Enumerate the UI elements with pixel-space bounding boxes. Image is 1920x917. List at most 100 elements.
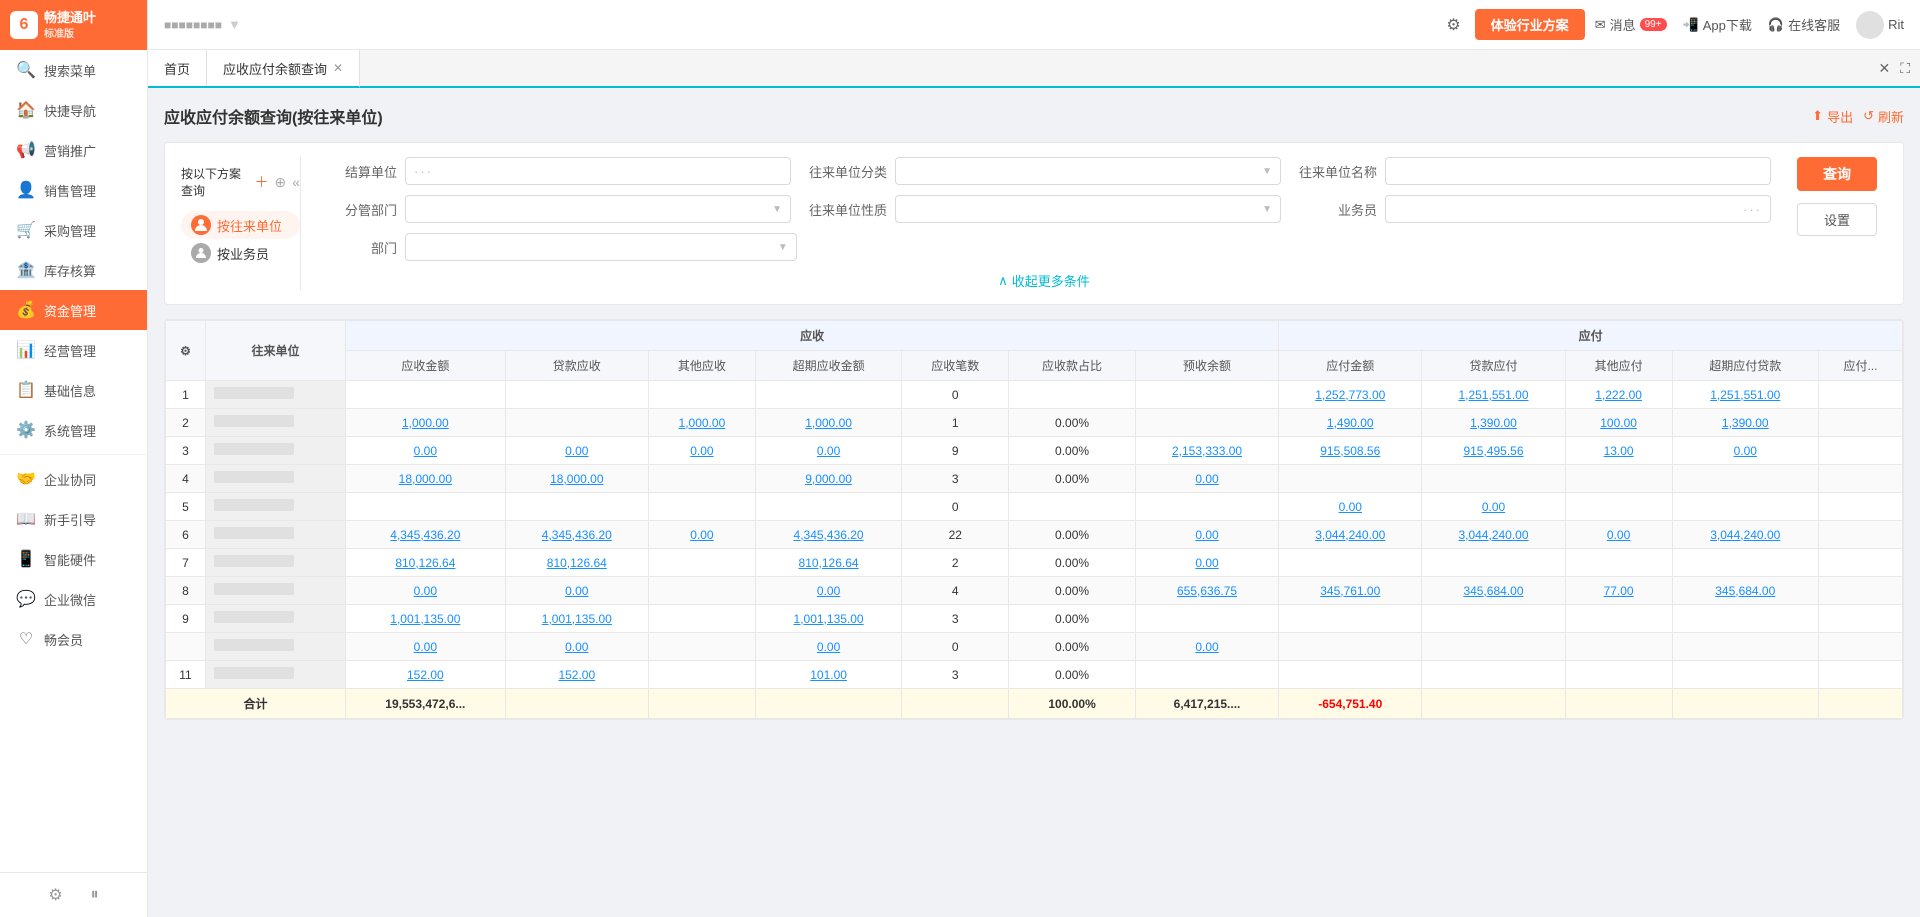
row-ar-prepay[interactable] [1135,605,1278,633]
row-ap-other[interactable] [1565,549,1672,577]
row-ap-amount[interactable]: 345,761.00 [1279,577,1422,605]
row-ap-amount[interactable]: 1,252,773.00 [1279,381,1422,409]
dept-input[interactable]: ▼ [405,233,797,261]
row-ap-overdue[interactable]: 1,390.00 [1672,409,1818,437]
row-ap-amount[interactable] [1279,661,1422,689]
row-ar-prepay[interactable] [1135,409,1278,437]
sidebar-item-system[interactable]: ⚙️ 系统管理 [0,410,147,450]
row-ap-other[interactable] [1565,661,1672,689]
row-ap-overdue[interactable] [1672,633,1818,661]
row-ap-loan[interactable] [1422,549,1565,577]
settlement-unit-input[interactable]: ··· [405,157,791,185]
query-button[interactable]: 查询 [1797,157,1877,191]
row-ar-loan[interactable]: 0.00 [505,437,648,465]
row-ar-amount[interactable] [346,493,506,521]
row-ar-amount[interactable]: 152.00 [346,661,506,689]
row-ap-amount[interactable]: 1,490.00 [1279,409,1422,437]
row-ar-other[interactable] [648,577,755,605]
row-ar-prepay[interactable]: 0.00 [1135,549,1278,577]
row-ap-overdue[interactable]: 0.00 [1672,437,1818,465]
row-ar-overdue[interactable] [755,381,901,409]
row-ar-overdue[interactable]: 0.00 [755,437,901,465]
row-ap-other[interactable]: 0.00 [1565,521,1672,549]
row-ap-other[interactable] [1565,493,1672,521]
row-ar-overdue[interactable]: 9,000.00 [755,465,901,493]
messages-item[interactable]: ✉ 消息 99+ [1595,15,1667,34]
collapse-scheme-icon[interactable]: « [292,174,300,190]
row-ar-overdue[interactable]: 0.00 [755,633,901,661]
row-ar-overdue[interactable]: 101.00 [755,661,901,689]
row-ar-amount[interactable]: 1,000.00 [346,409,506,437]
row-ar-loan[interactable] [505,493,648,521]
table-settings-icon[interactable]: ⚙ [180,344,191,358]
row-ar-prepay[interactable]: 0.00 [1135,465,1278,493]
row-ap-loan[interactable] [1422,465,1565,493]
row-ar-amount[interactable]: 4,345,436.20 [346,521,506,549]
row-ar-other[interactable] [648,605,755,633]
row-ar-other[interactable] [648,381,755,409]
tab-close-icon[interactable]: ✕ [333,61,343,75]
row-ar-loan[interactable]: 4,345,436.20 [505,521,648,549]
row-ap-other[interactable]: 1,222.00 [1565,381,1672,409]
salesman-input[interactable]: ··· [1385,195,1771,223]
tab-home[interactable]: 首页 [148,50,207,86]
row-ap-other[interactable] [1565,465,1672,493]
sidebar-item-inventory[interactable]: 🏦 库存核算 [0,250,147,290]
row-ar-prepay[interactable] [1135,381,1278,409]
row-ar-prepay[interactable]: 0.00 [1135,521,1278,549]
export-button[interactable]: ⬆ 导出 [1812,107,1853,126]
row-ap-overdue[interactable] [1672,605,1818,633]
row-ar-loan[interactable]: 0.00 [505,577,648,605]
setting-button[interactable]: 设置 [1797,203,1877,236]
sidebar-item-member[interactable]: ♡ 畅会员 [0,619,147,659]
collapse-icon[interactable]: ⏸ [87,882,103,908]
row-ar-prepay[interactable] [1135,661,1278,689]
row-ap-overdue[interactable] [1672,549,1818,577]
row-ar-other[interactable]: 0.00 [648,437,755,465]
row-ar-overdue[interactable]: 0.00 [755,577,901,605]
settings-scheme-icon[interactable]: ⊕ [274,174,286,191]
sidebar-item-search-menu[interactable]: 🔍 搜索菜单 [0,50,147,90]
row-ar-amount[interactable]: 0.00 [346,633,506,661]
sidebar-item-basic[interactable]: 📋 基础信息 [0,370,147,410]
row-ap-loan[interactable]: 0.00 [1422,493,1565,521]
partner-nature-input[interactable]: ▼ [895,195,1281,223]
row-ar-amount[interactable]: 18,000.00 [346,465,506,493]
row-ap-loan[interactable] [1422,633,1565,661]
row-ar-other[interactable]: 0.00 [648,521,755,549]
partner-category-input[interactable]: ▼ [895,157,1281,185]
row-ar-overdue[interactable]: 810,126.64 [755,549,901,577]
sidebar-item-marketing[interactable]: 📢 营销推广 [0,130,147,170]
row-ar-prepay[interactable] [1135,493,1278,521]
row-ap-overdue[interactable] [1672,465,1818,493]
row-ap-loan[interactable] [1422,605,1565,633]
row-ap-loan[interactable]: 915,495.56 [1422,437,1565,465]
filter-collapse[interactable]: ∧ 收起更多条件 [317,271,1771,290]
row-ar-overdue[interactable] [755,493,901,521]
solution-btn[interactable]: 体验行业方案 [1475,9,1585,40]
sidebar-item-guide[interactable]: 📖 新手引导 [0,499,147,539]
row-ar-loan[interactable]: 18,000.00 [505,465,648,493]
row-ap-amount[interactable]: 915,508.56 [1279,437,1422,465]
table-container[interactable]: ⚙ 往来单位 应收 应付 应收金额 贷款应收 其他应收 超期应收金额 应收笔数 [165,320,1903,719]
row-ap-overdue[interactable] [1672,493,1818,521]
row-ap-amount[interactable] [1279,605,1422,633]
row-ar-other[interactable] [648,661,755,689]
row-ar-loan[interactable] [505,381,648,409]
row-ar-other[interactable] [648,633,755,661]
row-ap-other[interactable] [1565,605,1672,633]
row-ar-prepay[interactable]: 2,153,333.00 [1135,437,1278,465]
row-ar-amount[interactable] [346,381,506,409]
row-ar-prepay[interactable]: 0.00 [1135,633,1278,661]
row-ap-other[interactable]: 77.00 [1565,577,1672,605]
scheme-by-staff[interactable]: 按业务员 [181,239,300,267]
row-ap-loan[interactable] [1422,661,1565,689]
row-ap-other[interactable] [1565,633,1672,661]
row-ar-other[interactable] [648,465,755,493]
row-ar-overdue[interactable]: 4,345,436.20 [755,521,901,549]
row-ar-overdue[interactable]: 1,000.00 [755,409,901,437]
row-ar-loan[interactable]: 152.00 [505,661,648,689]
row-ap-loan[interactable]: 345,684.00 [1422,577,1565,605]
settings-col-header[interactable]: ⚙ [166,321,206,381]
app-download-item[interactable]: 📲 App下载 [1683,15,1752,34]
